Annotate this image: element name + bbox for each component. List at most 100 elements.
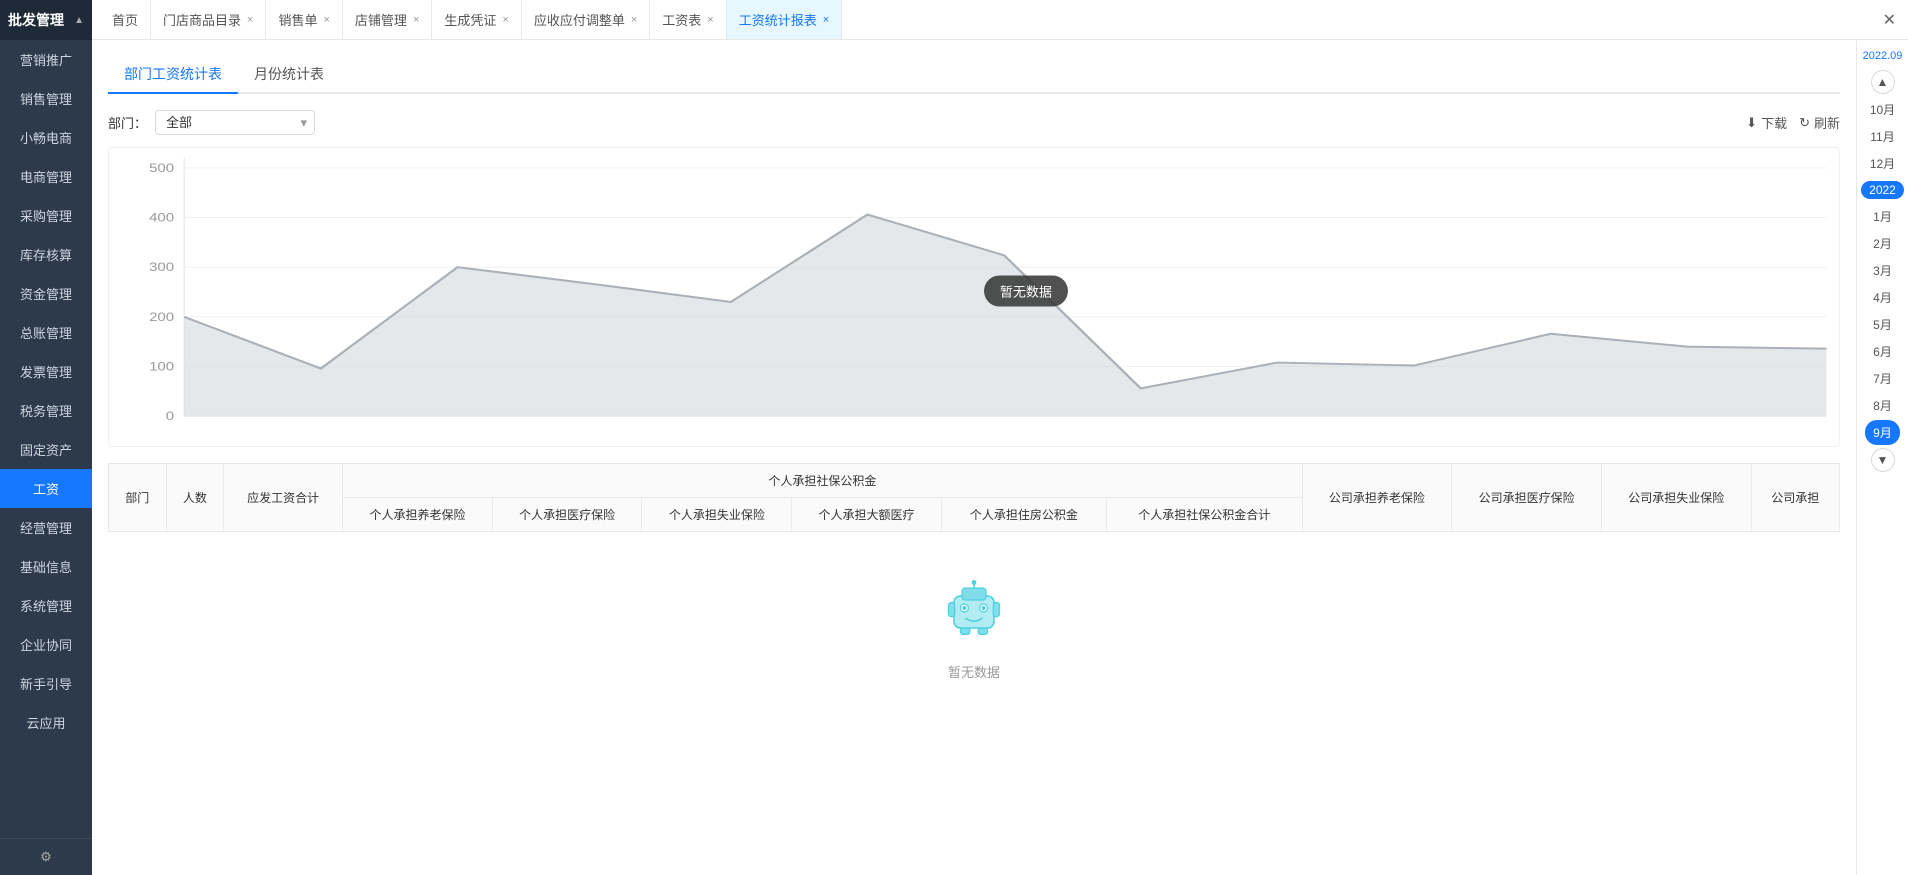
content-area: 部门工资统计表 月份统计表 部门： 全部: [92, 40, 1908, 875]
dept-label: 部门：: [108, 113, 147, 132]
tab-close-store-catalog[interactable]: ×: [247, 14, 253, 26]
sidebar-item-xcdg[interactable]: 小畅电商: [0, 118, 92, 157]
sidebar-item-cxgl[interactable]: 采购管理: [0, 196, 92, 235]
th-salary: 应发工资合计: [224, 464, 343, 532]
download-btn[interactable]: ⬇ 下载: [1746, 113, 1787, 132]
timeline-apr[interactable]: 4月: [1865, 285, 1900, 310]
sidebar-header[interactable]: 批发管理 ▲: [0, 0, 92, 40]
dept-select[interactable]: 全部: [155, 110, 315, 135]
table-empty-row: 暂无数据: [109, 532, 1840, 722]
timeline-up-btn[interactable]: ▲: [1871, 70, 1895, 94]
timeline-jun[interactable]: 6月: [1865, 339, 1900, 364]
settings-icon: ⚙: [40, 849, 52, 864]
sidebar-item-yxitg[interactable]: 营销推广: [0, 40, 92, 79]
sidebar-item-dsgl[interactable]: 电商管理: [0, 157, 92, 196]
tab-close-payroll-report[interactable]: ×: [823, 14, 829, 26]
download-icon: ⬇: [1746, 115, 1757, 131]
th-p-medical: 个人承担医疗保险: [492, 498, 642, 532]
th-p-housing: 个人承担住房公积金: [941, 498, 1106, 532]
sidebar-item-qytg[interactable]: 企业协同: [0, 625, 92, 664]
th-p-pension: 个人承担养老保险: [343, 498, 493, 532]
th-p-social-total: 个人承担社保公积金合计: [1106, 498, 1302, 532]
sidebar-item-xtgl[interactable]: 系统管理: [0, 586, 92, 625]
sidebar-item-zzgl[interactable]: 总账管理: [0, 313, 92, 352]
chart-svg: 0 100 200 300 400 500: [109, 148, 1839, 446]
th-p-unemploy: 个人承担失业保险: [642, 498, 792, 532]
toolbar-row: 部门： 全部 ⬇ 下载 ↻ 刷新: [108, 110, 1840, 135]
timeline-down-btn[interactable]: ▼: [1871, 448, 1895, 472]
chart-area: 0 100 200 300 400 500 暂无数据: [108, 147, 1840, 447]
timeline-oct[interactable]: 10月: [1862, 97, 1903, 122]
tab-payroll[interactable]: 工资表 ×: [650, 0, 726, 39]
refresh-btn[interactable]: ↻ 刷新: [1799, 113, 1840, 132]
tab-bar: 首页 门店商品目录 × 销售单 × 店铺管理 × 生成凭证 × 应收应付调整单 …: [92, 0, 1908, 40]
sub-tabs: 部门工资统计表 月份统计表: [108, 56, 1840, 94]
svg-text:400: 400: [149, 211, 175, 224]
window-close-btn[interactable]: ✕: [1883, 10, 1896, 30]
timeline-aug[interactable]: 8月: [1865, 393, 1900, 418]
refresh-icon: ↻: [1799, 115, 1810, 131]
timeline-year-display: 2022.09: [1859, 48, 1907, 64]
sidebar-item-xsgl[interactable]: 销售管理: [0, 79, 92, 118]
sub-tab-dept[interactable]: 部门工资统计表: [108, 56, 238, 94]
th-personal-social: 个人承担社保公积金: [343, 464, 1302, 498]
timeline-panel: 2022.09 ▲ 10月 11月 12月 2022 1月 2月 3月 4月 5…: [1856, 40, 1908, 875]
tab-araptj[interactable]: 应收应付调整单 ×: [522, 0, 650, 39]
tab-sales-order[interactable]: 销售单 ×: [266, 0, 342, 39]
th-count: 人数: [166, 464, 224, 532]
sidebar-item-fpgl[interactable]: 发票管理: [0, 352, 92, 391]
sidebar-item-yyy[interactable]: 云应用: [0, 703, 92, 742]
empty-icon: [934, 572, 1014, 652]
timeline-year-badge[interactable]: 2022: [1861, 181, 1904, 199]
tab-close-araptj[interactable]: ×: [631, 14, 637, 26]
th-company-other: 公司承担: [1751, 464, 1839, 532]
toolbar-right: ⬇ 下载 ↻ 刷新: [1746, 113, 1840, 132]
table-header-row-1: 部门 人数 应发工资合计 个人承担社保公积金: [109, 464, 1840, 498]
tab-close-gen-voucher[interactable]: ×: [502, 14, 508, 26]
main-area: 首页 门店商品目录 × 销售单 × 店铺管理 × 生成凭证 × 应收应付调整单 …: [92, 0, 1908, 875]
timeline-sep[interactable]: 9月: [1865, 420, 1900, 445]
timeline-jul[interactable]: 7月: [1865, 366, 1900, 391]
tab-close-sales-order[interactable]: ×: [323, 14, 329, 26]
tab-close-shop-mgmt[interactable]: ×: [413, 14, 419, 26]
dept-select-wrap: 全部: [155, 110, 315, 135]
svg-text:0: 0: [166, 410, 175, 423]
timeline-feb[interactable]: 2月: [1865, 231, 1900, 256]
tab-payroll-report[interactable]: 工资统计报表 ×: [727, 0, 842, 39]
sidebar-item-zjgl[interactable]: 资金管理: [0, 274, 92, 313]
tab-shop-mgmt[interactable]: 店铺管理 ×: [343, 0, 432, 39]
sub-tab-month[interactable]: 月份统计表: [238, 56, 340, 94]
sidebar-item-gz[interactable]: 工资: [0, 469, 92, 508]
empty-label: 暂无数据: [948, 662, 1000, 681]
tab-home[interactable]: 首页: [100, 0, 151, 39]
th-p-bigmedical: 个人承担大额医疗: [792, 498, 942, 532]
th-company-unemploy: 公司承担失业保险: [1601, 464, 1751, 532]
timeline-may[interactable]: 5月: [1865, 312, 1900, 337]
sidebar-item-xsyd[interactable]: 新手引导: [0, 664, 92, 703]
sidebar-item-swgl[interactable]: 税务管理: [0, 391, 92, 430]
toolbar-left: 部门： 全部: [108, 110, 315, 135]
svg-text:300: 300: [149, 261, 175, 274]
th-company-medical: 公司承担医疗保险: [1452, 464, 1602, 532]
empty-state: 暂无数据: [109, 532, 1840, 721]
th-dept: 部门: [109, 464, 167, 532]
data-table: 部门 人数 应发工资合计 个人承担社保公积金: [108, 463, 1840, 721]
sidebar: 批发管理 ▲ 营销推广 销售管理 小畅电商 电商管理 采购管理 库存核算 资金管…: [0, 0, 92, 875]
tab-close-payroll[interactable]: ×: [707, 14, 713, 26]
sidebar-item-gdcc[interactable]: 固定资产: [0, 430, 92, 469]
sidebar-item-jcxx[interactable]: 基础信息: [0, 547, 92, 586]
page-content: 部门工资统计表 月份统计表 部门： 全部: [92, 40, 1856, 875]
timeline-nov[interactable]: 11月: [1862, 124, 1902, 149]
sidebar-item-jygl[interactable]: 经营管理: [0, 508, 92, 547]
timeline-mar[interactable]: 3月: [1865, 258, 1900, 283]
tab-gen-voucher[interactable]: 生成凭证 ×: [432, 0, 521, 39]
tab-store-catalog[interactable]: 门店商品目录 ×: [151, 0, 266, 39]
timeline-jan[interactable]: 1月: [1865, 204, 1900, 229]
sidebar-settings[interactable]: ⚙: [0, 838, 92, 875]
timeline-dec[interactable]: 12月: [1862, 151, 1903, 176]
svg-text:200: 200: [149, 310, 175, 323]
sidebar-item-kchs[interactable]: 库存核算: [0, 235, 92, 274]
sidebar-title: 批发管理: [8, 10, 64, 30]
table-body: 暂无数据: [109, 532, 1840, 722]
th-company-pension: 公司承担养老保险: [1302, 464, 1452, 532]
